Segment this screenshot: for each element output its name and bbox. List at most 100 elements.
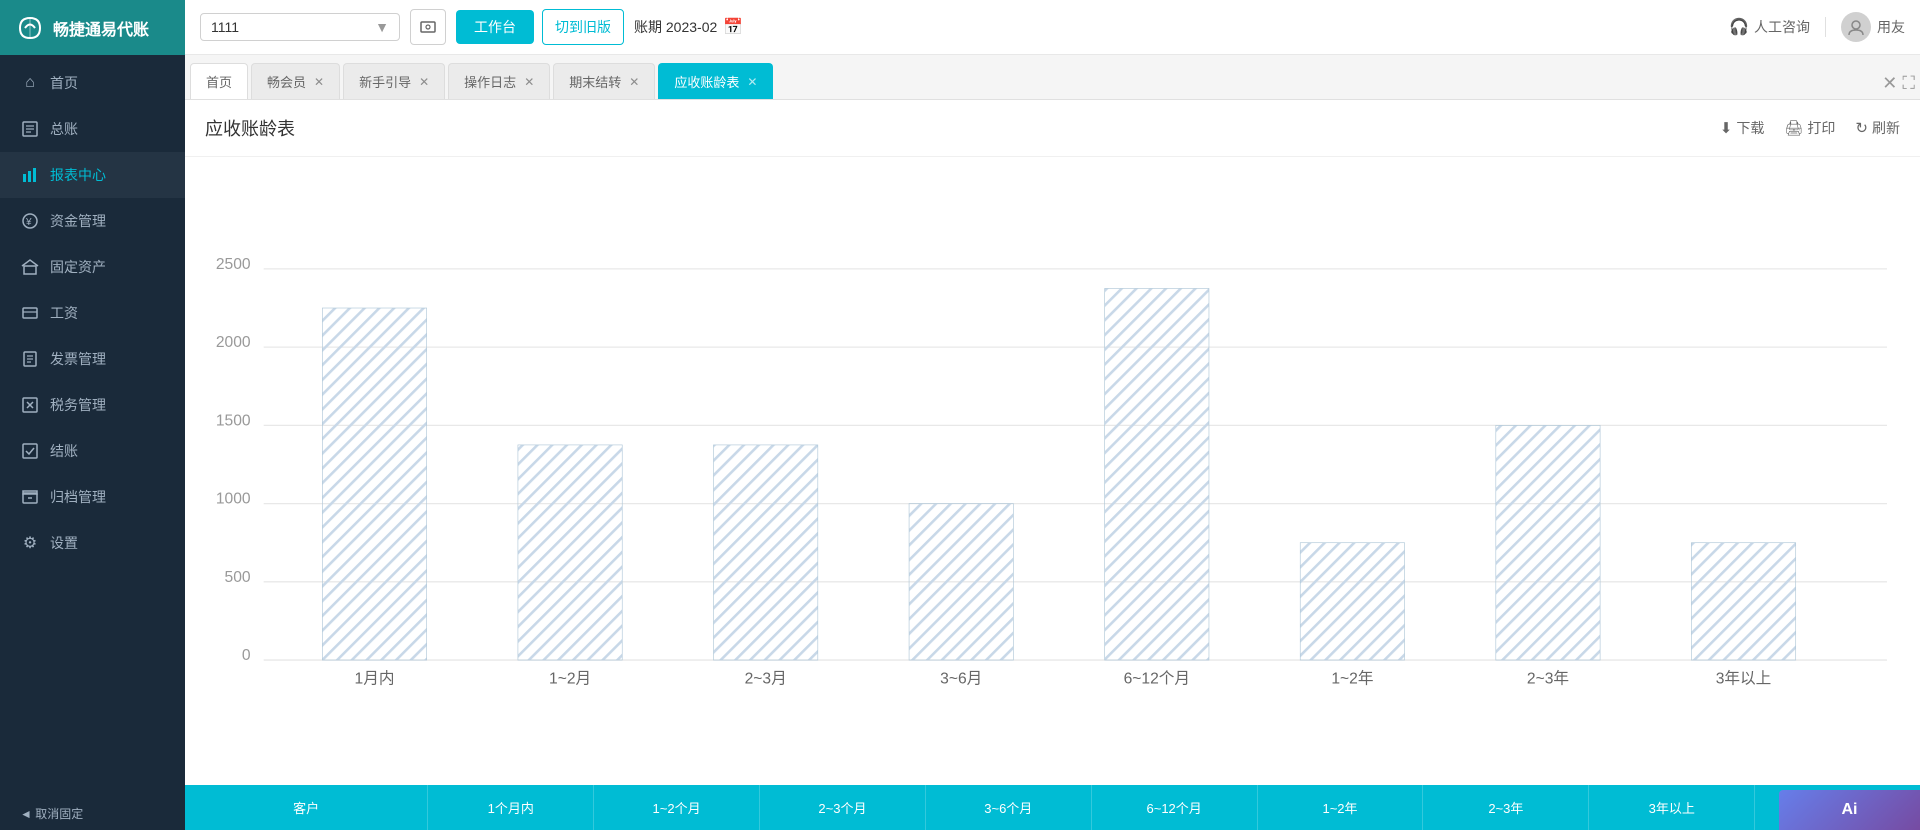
svg-text:2500: 2500: [216, 256, 251, 273]
bar-3: [714, 445, 818, 660]
table-header: 客户 1个月内 1~2个月 2~3个月 3~6个月 6~12个月 1~2年 2~…: [185, 785, 1920, 830]
sidebar-item-archive[interactable]: 归档管理: [0, 474, 185, 520]
svg-text:0: 0: [242, 647, 251, 664]
invoice-icon: [20, 349, 40, 369]
tab-log[interactable]: 操作日志 ✕: [448, 63, 550, 99]
tab-guide[interactable]: 新手引导 ✕: [343, 63, 445, 99]
svg-text:1月内: 1月内: [355, 670, 395, 688]
col-6-12m-label: 6~12个月: [1147, 798, 1202, 817]
sidebar-nav: ⌂ 首页 总账 报表中心: [0, 55, 185, 797]
refresh-icon: ↻: [1855, 119, 1868, 137]
sidebar-item-assets[interactable]: 固定资产: [0, 244, 185, 290]
closing-icon: [20, 441, 40, 461]
consult-button[interactable]: 🎧 人工咨询: [1729, 17, 1810, 37]
col-2-3y: 2~3年: [1423, 785, 1589, 830]
sidebar-item-reports[interactable]: 报表中心: [0, 152, 185, 198]
col-1-2y-label: 1~2年: [1322, 798, 1357, 817]
tab-period-end-label: 期末结转: [569, 72, 621, 91]
sidebar-item-settings-label: 设置: [50, 533, 78, 553]
svg-text:3~6月: 3~6月: [940, 671, 982, 688]
consult-label: 人工咨询: [1754, 17, 1810, 37]
tab-period-end-close[interactable]: ✕: [629, 75, 639, 89]
switch-version-button[interactable]: 切到旧版: [542, 9, 624, 45]
page-title: 应收账龄表: [205, 115, 295, 141]
bar-1: [322, 308, 426, 660]
sidebar-item-home[interactable]: ⌂ 首页: [0, 60, 185, 106]
company-settings-icon[interactable]: [410, 9, 446, 45]
headset-icon: 🎧: [1729, 17, 1749, 37]
col-customer-label: 客户: [293, 798, 319, 817]
close-tab-icon[interactable]: ✕: [1882, 73, 1897, 94]
tabs-right-controls: ✕ ⛶: [1882, 73, 1915, 99]
sidebar-item-closing[interactable]: 结账: [0, 428, 185, 474]
tab-aging-close[interactable]: ✕: [747, 75, 757, 89]
tab-member[interactable]: 畅会员 ✕: [251, 63, 340, 99]
bar-7: [1496, 425, 1600, 660]
svg-text:3年以上: 3年以上: [1716, 670, 1772, 688]
tab-aging[interactable]: 应收账龄表 ✕: [658, 63, 773, 99]
tax-icon: [20, 395, 40, 415]
svg-text:2000: 2000: [216, 334, 251, 351]
tab-member-label: 畅会员: [267, 72, 306, 91]
tab-log-close[interactable]: ✕: [524, 75, 534, 89]
sidebar-item-tax[interactable]: 税务管理: [0, 382, 185, 428]
unpin-label: ◄ 取消固定: [20, 805, 83, 822]
assets-icon: [20, 257, 40, 277]
svg-text:¥: ¥: [25, 217, 32, 228]
svg-text:6~12个月: 6~12个月: [1124, 670, 1190, 688]
col-2-3m: 2~3个月: [760, 785, 926, 830]
bar-6: [1300, 543, 1404, 660]
refresh-label: 刷新: [1872, 118, 1900, 138]
content-actions: ⬇ 下载 🖨 打印 ↻ 刷新: [1720, 118, 1900, 138]
tab-member-close[interactable]: ✕: [314, 75, 324, 89]
sidebar-item-salary[interactable]: 工资: [0, 290, 185, 336]
download-icon: ⬇: [1720, 119, 1733, 137]
ai-badge[interactable]: Ai: [1779, 790, 1920, 830]
sidebar-item-ledger-label: 总账: [50, 119, 78, 139]
app-logo: 畅捷通易代账: [0, 0, 185, 55]
col-6-12m: 6~12个月: [1092, 785, 1258, 830]
maximize-tab-icon[interactable]: ⛶: [1902, 73, 1915, 94]
salary-icon: [20, 303, 40, 323]
company-selector[interactable]: 1111 ▼: [200, 13, 400, 41]
bar-2: [518, 445, 622, 660]
col-3-6m: 3~6个月: [926, 785, 1092, 830]
tab-home[interactable]: 首页: [190, 63, 248, 99]
tab-guide-close[interactable]: ✕: [419, 75, 429, 89]
tab-home-label: 首页: [206, 72, 232, 91]
bar-4: [909, 504, 1013, 660]
print-icon: 🖨: [1784, 119, 1803, 137]
svg-text:1500: 1500: [216, 412, 251, 429]
ai-label: Ai: [1842, 801, 1858, 819]
col-3y-plus: 3年以上: [1589, 785, 1755, 830]
tab-period-end[interactable]: 期末结转 ✕: [553, 63, 655, 99]
sidebar-item-settings[interactable]: ⚙ 设置: [0, 520, 185, 566]
col-3y-plus-label: 3年以上: [1649, 798, 1695, 817]
svg-text:1000: 1000: [216, 491, 251, 508]
print-button[interactable]: 🖨 打印: [1784, 118, 1835, 138]
sidebar: 畅捷通易代账 ⌂ 首页 总账: [0, 0, 185, 830]
svg-text:2~3年: 2~3年: [1527, 670, 1569, 688]
sidebar-item-funds[interactable]: ¥ 资金管理: [0, 198, 185, 244]
col-1-2m-label: 1~2个月: [653, 798, 701, 817]
col-customer: 客户: [185, 785, 428, 830]
col-1m: 1个月内: [428, 785, 594, 830]
sidebar-item-invoice-label: 发票管理: [50, 349, 106, 369]
header-right: 🎧 人工咨询 用友: [1729, 12, 1905, 42]
workbench-button[interactable]: 工作台: [456, 10, 534, 44]
ledger-icon: [20, 119, 40, 139]
unpin-button[interactable]: ◄ 取消固定: [0, 797, 185, 830]
svg-text:1~2月: 1~2月: [549, 671, 591, 688]
sidebar-item-ledger[interactable]: 总账: [0, 106, 185, 152]
reports-icon: [20, 165, 40, 185]
sidebar-item-invoice[interactable]: 发票管理: [0, 336, 185, 382]
header-divider: [1825, 17, 1826, 37]
bar-chart: 0 500 1000 1500 2000 2500: [205, 167, 1900, 775]
download-button[interactable]: ⬇ 下载: [1720, 118, 1765, 138]
refresh-button[interactable]: ↻ 刷新: [1855, 118, 1900, 138]
content-area: 应收账龄表 ⬇ 下载 🖨 打印 ↻ 刷新 0: [185, 100, 1920, 830]
content-header: 应收账龄表 ⬇ 下载 🖨 打印 ↻ 刷新: [185, 100, 1920, 157]
calendar-icon[interactable]: 📅: [723, 17, 743, 37]
user-menu[interactable]: 用友: [1841, 12, 1905, 42]
chart-area: 0 500 1000 1500 2000 2500: [185, 157, 1920, 785]
